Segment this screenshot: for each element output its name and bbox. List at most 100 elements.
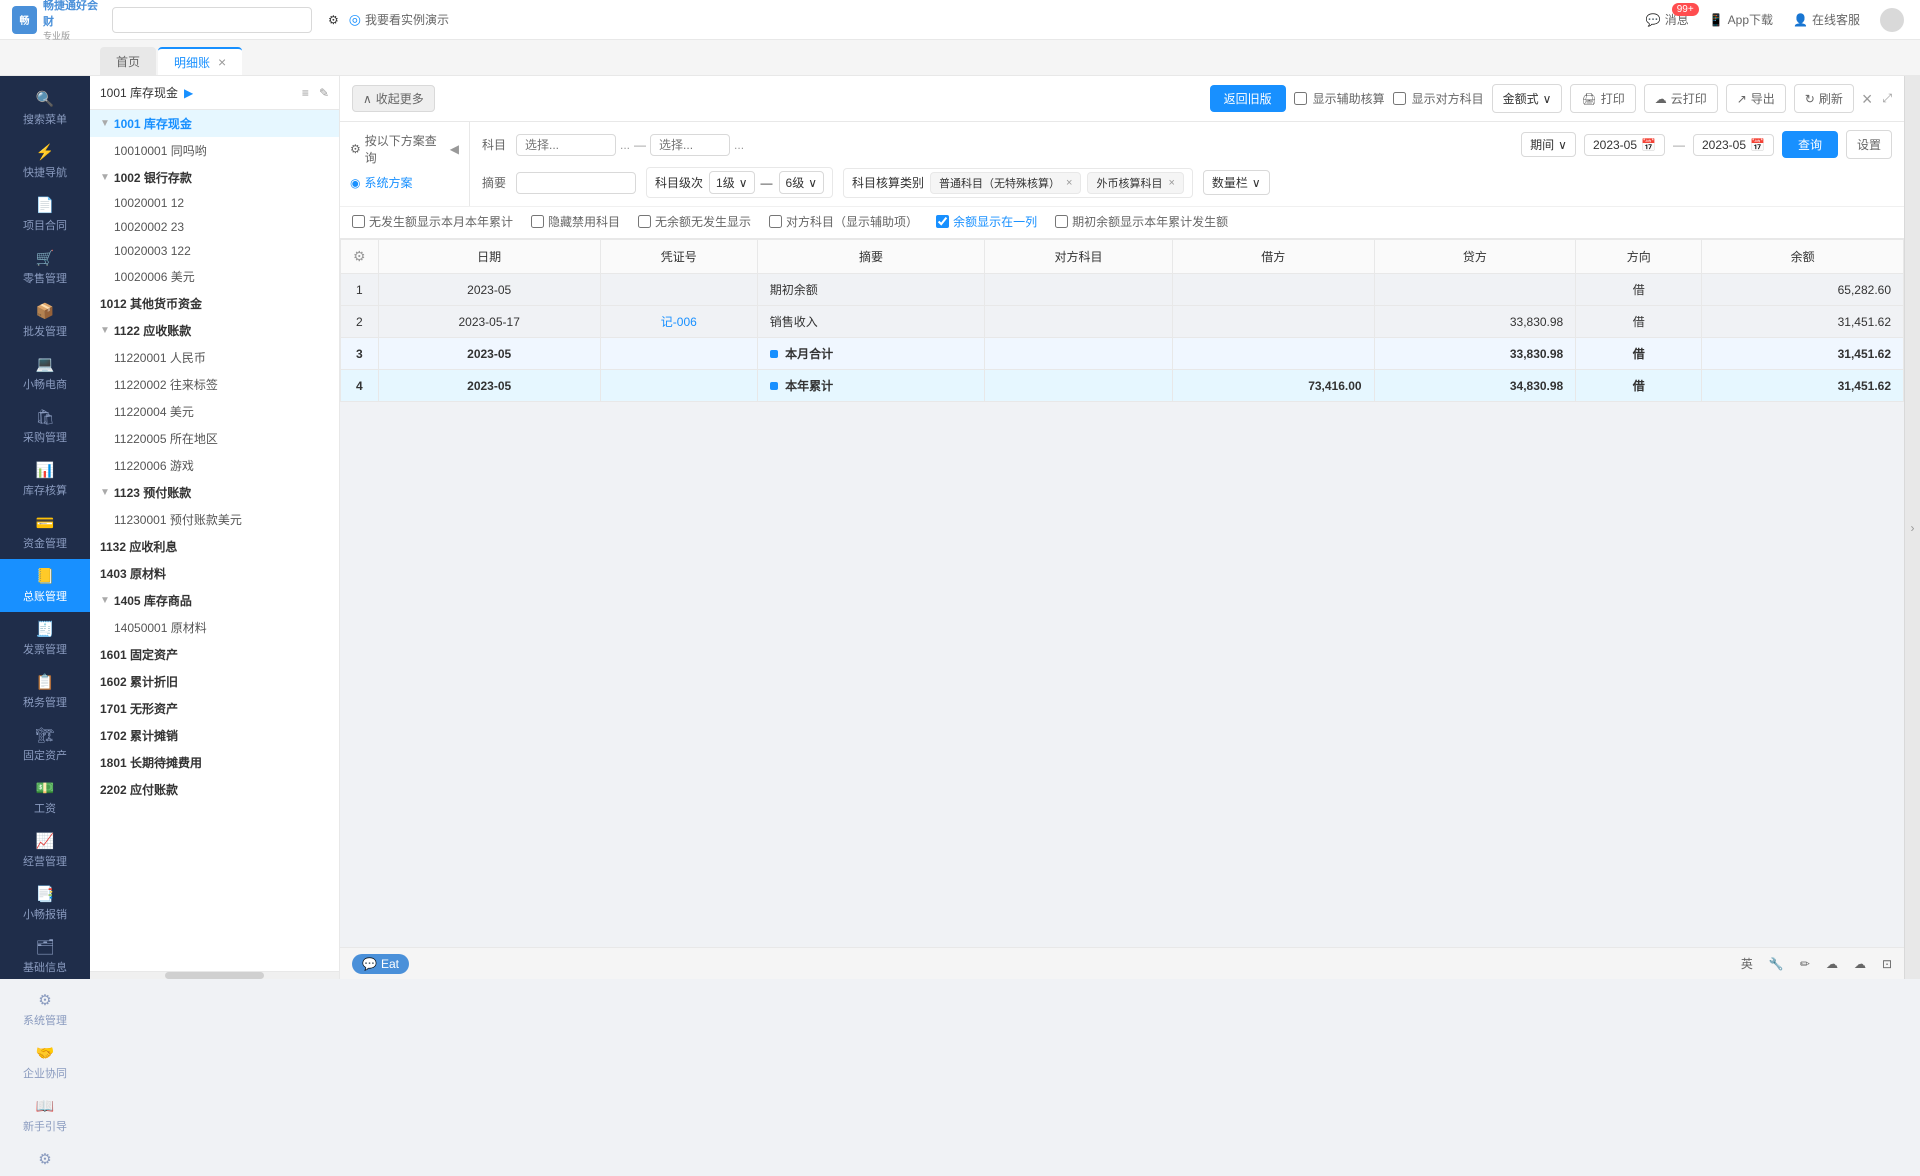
demo-link[interactable]: ◎ 我要看实例演示	[349, 11, 449, 28]
cb-hide-disabled[interactable]	[531, 215, 544, 228]
sidebar-item-partner[interactable]: 🤝 企业协同	[0, 1036, 90, 1089]
sidebar-item-inventory[interactable]: 📊 库存核算	[0, 453, 90, 506]
tree-item-11220006[interactable]: 11220006 游戏	[90, 452, 339, 479]
scheme-system-btn[interactable]: ◉ 系统方案	[350, 174, 459, 191]
cb-show-ytd[interactable]	[1055, 215, 1068, 228]
tree-item-1601[interactable]: 1601 固定资产	[90, 641, 339, 668]
tree-item-10020002[interactable]: 10020002 23	[90, 215, 339, 239]
sidebar-item-invoice[interactable]: 🧾 发票管理	[0, 612, 90, 665]
show-aux-checkbox[interactable]	[1294, 92, 1307, 105]
user-area[interactable]	[1880, 8, 1908, 32]
sidebar-item-wholesale[interactable]: 📦 批发管理	[0, 294, 90, 347]
list-view-icon[interactable]: ≡	[302, 86, 309, 100]
scheme-collapse-icon[interactable]: ◀	[450, 142, 459, 156]
help-chat-btn[interactable]: 💬 Eat	[352, 954, 409, 974]
tree-item-11220002[interactable]: 11220002 往来标签	[90, 371, 339, 398]
tree-item-1123[interactable]: ▼ 1123 预付账款	[90, 479, 339, 506]
period-from-picker[interactable]: 2023-05 📅	[1584, 134, 1665, 156]
sidebar-item-quick[interactable]: ⚡ 快捷导航	[0, 135, 90, 188]
sidebar-item-retail[interactable]: 🛒 零售管理	[0, 241, 90, 294]
tree-item-11220001[interactable]: 11220001 人民币	[90, 344, 339, 371]
status-icon5[interactable]: ⊡	[1882, 957, 1892, 971]
sidebar-item-guide[interactable]: 📖 新手引导	[0, 1089, 90, 1142]
account-arrow-btn[interactable]: ▶	[184, 86, 193, 100]
tree-item-11230001[interactable]: 11230001 预付账款美元	[90, 506, 339, 533]
tab-detail[interactable]: 明细账 ×	[158, 47, 242, 75]
expand-btn[interactable]: ∧ 收起更多	[352, 85, 435, 112]
check-hide-disabled[interactable]: 隐藏禁用科目	[531, 213, 620, 230]
online-service-btn[interactable]: 👤 在线客服	[1793, 11, 1860, 28]
settings-gear[interactable]: ⚙	[328, 13, 339, 27]
check-no-occur[interactable]: 无发生额显示本月本年累计	[352, 213, 513, 230]
tree-item-1702[interactable]: 1702 累计摊销	[90, 722, 339, 749]
tree-scrollbar-thumb[interactable]	[165, 972, 265, 979]
cb-show-contra[interactable]	[769, 215, 782, 228]
sidebar-item-ecommerce[interactable]: 💻 小畅电商	[0, 347, 90, 400]
check-show-ytd[interactable]: 期初余额显示本年累计发生额	[1055, 213, 1228, 230]
cloud-print-btn[interactable]: ☁ 云打印	[1644, 84, 1718, 113]
tree-item-11220004[interactable]: 11220004 美元	[90, 398, 339, 425]
type-tag2-close[interactable]: ×	[1168, 177, 1174, 189]
tree-edit-icon[interactable]: ✎	[319, 86, 329, 100]
sidebar-item-funds[interactable]: 💳 资金管理	[0, 506, 90, 559]
sidebar-item-operation[interactable]: 📈 经营管理	[0, 824, 90, 877]
subject-input-to[interactable]	[650, 134, 730, 156]
tree-item-10020001[interactable]: 10020001 12	[90, 191, 339, 215]
tree-item-11220005[interactable]: 11220005 所在地区	[90, 425, 339, 452]
check-no-balance[interactable]: 无余额无发生显示	[638, 213, 751, 230]
voucher-link-row2[interactable]: 记-006	[661, 315, 697, 329]
tree-item-1012[interactable]: 1012 其他货币资金	[90, 290, 339, 317]
period-to-picker[interactable]: 2023-05 📅	[1693, 134, 1774, 156]
sidebar-item-search[interactable]: 🔍 搜索菜单	[0, 82, 90, 135]
sidebar-item-xiaochang[interactable]: 📑 小畅报销	[0, 877, 90, 930]
sidebar-item-purchase[interactable]: 🛍 采购管理	[0, 400, 90, 453]
refresh-btn[interactable]: ↻ 刷新	[1794, 84, 1854, 113]
sidebar-item-base[interactable]: 🗂 基础信息	[0, 930, 90, 983]
sidebar-item-contract[interactable]: 📄 项目合同	[0, 188, 90, 241]
search-input[interactable]	[112, 7, 312, 33]
sidebar-item-assets[interactable]: 🏗 固定资产	[0, 718, 90, 771]
qty-dropdown[interactable]: 数量栏 ∨	[1203, 170, 1270, 195]
status-icon1[interactable]: 🔧	[1769, 957, 1784, 971]
tree-item-14050001[interactable]: 14050001 原材料	[90, 614, 339, 641]
tree-item-1701[interactable]: 1701 无形资产	[90, 695, 339, 722]
tree-item-1405[interactable]: ▼ 1405 库存商品	[90, 587, 339, 614]
show-aux-checkbox-label[interactable]: 显示辅助核算	[1294, 90, 1385, 107]
row2-voucher[interactable]: 记-006	[600, 306, 757, 338]
table-settings-icon[interactable]: ⚙	[353, 248, 366, 264]
print-btn[interactable]: 🖨 打印	[1570, 84, 1635, 113]
query-btn[interactable]: 查询	[1782, 131, 1838, 158]
tree-item-2202[interactable]: 2202 应付账款	[90, 776, 339, 803]
cb-balance-one-col[interactable]	[936, 215, 949, 228]
tab-detail-close[interactable]: ×	[218, 54, 226, 70]
show-contra-checkbox-label[interactable]: 显示对方科目	[1393, 90, 1484, 107]
level-from-select[interactable]: 1级 ∨	[709, 171, 754, 194]
tree-item-1403[interactable]: 1403 原材料	[90, 560, 339, 587]
tab-home[interactable]: 首页	[100, 47, 156, 75]
expand-right-icon[interactable]: ⤢	[1882, 91, 1892, 106]
sidebar-settings-btn[interactable]: ⚙	[0, 1142, 90, 1176]
settings-btn[interactable]: 设置	[1846, 130, 1892, 159]
check-balance-one-col[interactable]: 余额显示在一列	[936, 213, 1037, 230]
right-expand-tab[interactable]: ›	[1904, 76, 1920, 979]
tree-item-1602[interactable]: 1602 累计折旧	[90, 668, 339, 695]
scheme-settings-icon[interactable]: ⚙	[350, 142, 361, 156]
sidebar-item-tax[interactable]: 📋 税务管理	[0, 665, 90, 718]
tree-item-1122[interactable]: ▼ 1122 应收账款	[90, 317, 339, 344]
app-download-btn[interactable]: 📱 App下载	[1709, 11, 1773, 28]
language-btn[interactable]: 英	[1741, 955, 1753, 972]
summary-input[interactable]	[516, 172, 636, 194]
format-dropdown-btn[interactable]: 金额式 ∨	[1492, 84, 1563, 113]
tree-item-1002[interactable]: ▼ 1002 银行存款	[90, 164, 339, 191]
tree-item-1001[interactable]: ▼ 1001 库存现金	[90, 110, 339, 137]
sidebar-item-payroll[interactable]: 💵 工资	[0, 771, 90, 824]
sidebar-item-ledger[interactable]: 📒 总账管理	[0, 559, 90, 612]
show-contra-checkbox[interactable]	[1393, 92, 1406, 105]
tree-item-10010001[interactable]: 10010001 同吗哟	[90, 137, 339, 164]
status-icon3[interactable]: ☁	[1826, 957, 1838, 971]
message-btn[interactable]: 💬 消息 99+	[1646, 11, 1689, 28]
status-icon4[interactable]: ☁	[1854, 957, 1866, 971]
cb-no-occur[interactable]	[352, 215, 365, 228]
tree-item-1801[interactable]: 1801 长期待摊费用	[90, 749, 339, 776]
return-old-btn[interactable]: 返回旧版	[1210, 85, 1286, 112]
